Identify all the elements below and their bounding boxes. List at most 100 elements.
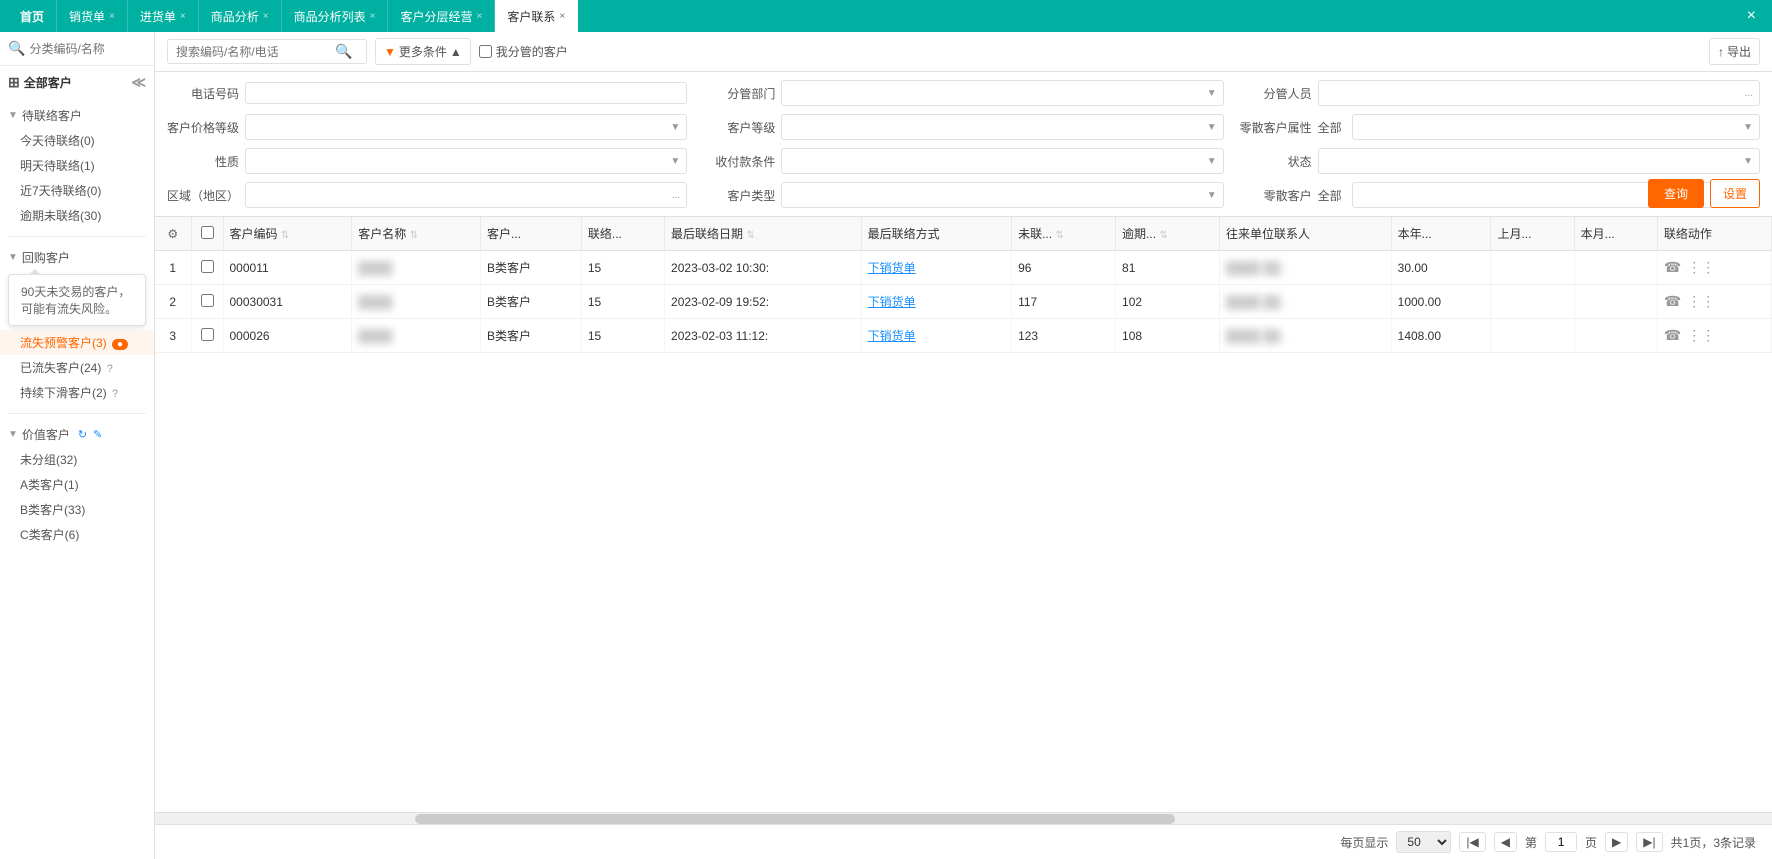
last-page-button[interactable]: ▶| xyxy=(1636,832,1662,852)
refresh-icon[interactable]: ↻ xyxy=(78,428,87,441)
more-action-icon[interactable]: ⋮⋮ xyxy=(1687,259,1715,276)
sidebar-collapse-button[interactable]: ≪ xyxy=(131,74,146,91)
nav-tab-home[interactable]: 首页 xyxy=(8,0,57,32)
page-number-input[interactable] xyxy=(1545,832,1577,852)
nav-tab-product-analysis[interactable]: 商品分析 × xyxy=(199,0,282,32)
cell-checkbox[interactable] xyxy=(191,285,223,319)
close-icon[interactable]: × xyxy=(263,11,269,22)
contact-action-icon[interactable]: ☎ xyxy=(1664,259,1681,276)
cell-not-contact: 123 xyxy=(1012,319,1116,353)
more-action-icon[interactable]: ⋮⋮ xyxy=(1687,293,1715,310)
close-icon[interactable]: × xyxy=(559,11,565,22)
window-close-button[interactable]: × xyxy=(1739,7,1764,25)
sidebar-item-class-b[interactable]: B类客户(33) xyxy=(0,497,154,522)
customer-type-select[interactable]: ▼ xyxy=(781,182,1223,208)
sidebar-item-already-churned[interactable]: 已流失客户(24) ? xyxy=(0,355,154,380)
nav-tab-customer-tier[interactable]: 客户分层经营 × xyxy=(388,0,495,32)
customer-level-select[interactable]: ▼ xyxy=(781,114,1223,140)
sidebar-item-declining[interactable]: 持续下滑客户(2) ? xyxy=(0,380,154,405)
cell-last-contact-method[interactable]: 下销货单 xyxy=(861,285,1011,319)
sidebar-item-churn-warning[interactable]: 流失预警客户(3) ● xyxy=(0,330,154,355)
sort-icon[interactable]: ⇅ xyxy=(410,230,418,241)
export-button[interactable]: ↑ 导出 xyxy=(1709,38,1760,65)
table-row: 1 000011 ████ B类客户 15 2023-03-02 10:30: … xyxy=(155,251,1772,285)
close-icon[interactable]: × xyxy=(180,11,186,22)
person-select[interactable]: ... xyxy=(1318,80,1760,106)
sidebar-item-today-pending[interactable]: 今天待联络(0) xyxy=(0,128,154,153)
prev-page-button[interactable]: ◀ xyxy=(1494,832,1517,852)
first-page-button[interactable]: |◀ xyxy=(1459,832,1485,852)
search-submit-icon[interactable]: 🔍 xyxy=(335,43,352,60)
dept-select[interactable]: ▼ xyxy=(781,80,1223,106)
col-checkbox-header[interactable] xyxy=(191,217,223,251)
horizontal-scrollbar[interactable] xyxy=(155,812,1772,824)
question-icon: ? xyxy=(112,388,118,400)
edit-icon[interactable]: ✎ xyxy=(93,428,102,441)
filter-grid: 电话号码 分管部门 ▼ 分管人员 ... xyxy=(167,80,1760,208)
sidebar-item-tomorrow-pending[interactable]: 明天待联络(1) xyxy=(0,153,154,178)
settings-button[interactable]: 设置 xyxy=(1710,179,1760,208)
more-conditions-button[interactable]: ▼ 更多条件 ▲ xyxy=(375,38,471,65)
cell-name: ████ xyxy=(352,285,481,319)
contact-action-icon[interactable]: ☎ xyxy=(1664,327,1681,344)
grid-icon: ⊞ xyxy=(8,74,20,91)
my-customers-checkbox[interactable] xyxy=(479,45,492,58)
sidebar-search-input[interactable] xyxy=(29,42,155,56)
sidebar-item-overdue-pending[interactable]: 逾期未联络(30) xyxy=(0,203,154,228)
col-settings[interactable]: ⚙ xyxy=(155,217,191,251)
select-all-checkbox[interactable] xyxy=(201,226,214,239)
cell-last-contact-method[interactable]: 下销货单 xyxy=(861,251,1011,285)
content-area: 🔍 ▼ 更多条件 ▲ 我分管的客户 ↑ 导出 电话号码 xyxy=(155,32,1772,859)
sort-icon[interactable]: ⇅ xyxy=(1159,230,1167,241)
cell-level: B类客户 xyxy=(480,251,581,285)
nav-tab-customer-contact[interactable]: 客户联系 × xyxy=(495,0,578,32)
scroll-thumb[interactable] xyxy=(415,814,1175,824)
nav-tab-sales[interactable]: 销货单 × xyxy=(57,0,128,32)
sidebar-section-header-pending[interactable]: ▼ 待联络客户 xyxy=(0,103,154,128)
sidebar-item-ungrouped[interactable]: 未分组(32) xyxy=(0,447,154,472)
query-button[interactable]: 查询 xyxy=(1648,179,1704,208)
sidebar-section-header-value[interactable]: ▼ 价值客户 ↻ ✎ xyxy=(0,422,154,447)
sidebar-item-7day-pending[interactable]: 近7天待联络(0) xyxy=(0,178,154,203)
my-customers-checkbox-wrap[interactable]: 我分管的客户 xyxy=(479,43,568,60)
chevron-down-icon: ... xyxy=(672,190,680,201)
settings-icon[interactable]: ⚙ xyxy=(167,227,178,241)
close-icon[interactable]: × xyxy=(476,11,482,22)
col-header-overdue: 逾期... ⇅ xyxy=(1116,217,1220,251)
col-header-last-contact-method: 最后联络方式 xyxy=(861,217,1011,251)
col-header-code: 客户编码 ⇅ xyxy=(223,217,352,251)
next-page-button[interactable]: ▶ xyxy=(1605,832,1628,852)
nature-select[interactable]: ▼ xyxy=(245,148,687,174)
filter-row-nature: 性质 ▼ xyxy=(167,148,687,174)
sort-icon[interactable]: ⇅ xyxy=(746,230,754,241)
cell-checkbox[interactable] xyxy=(191,251,223,285)
status-select[interactable]: ▼ xyxy=(1318,148,1760,174)
close-icon[interactable]: × xyxy=(109,11,115,22)
nav-tab-product-analysis-list[interactable]: 商品分析列表 × xyxy=(282,0,389,32)
filter-row-price-level: 客户价格等级 ▼ xyxy=(167,114,687,140)
sort-icon[interactable]: ⇅ xyxy=(1055,230,1063,241)
cell-checkbox[interactable] xyxy=(191,319,223,353)
region-select[interactable]: ... xyxy=(245,182,687,208)
nav-tab-purchase[interactable]: 进货单 × xyxy=(128,0,199,32)
close-icon[interactable]: × xyxy=(370,11,376,22)
sort-icon[interactable]: ⇅ xyxy=(281,230,289,241)
zero-attr-select[interactable]: ▼ xyxy=(1352,114,1760,140)
more-action-icon[interactable]: ⋮⋮ xyxy=(1687,327,1715,344)
cell-last-month xyxy=(1491,251,1574,285)
cell-index: 2 xyxy=(155,285,191,319)
per-page-select[interactable]: 50 100 xyxy=(1396,831,1451,853)
sidebar-item-class-c[interactable]: C类客户(6) xyxy=(0,522,154,547)
payment-select[interactable]: ▼ xyxy=(781,148,1223,174)
price-level-select[interactable]: ▼ xyxy=(245,114,687,140)
cell-this-year: 1000.00 xyxy=(1391,285,1491,319)
sidebar-item-class-a[interactable]: A类客户(1) xyxy=(0,472,154,497)
sidebar-all-customers[interactable]: ⊞ 全部客户 ≪ xyxy=(0,66,154,99)
sidebar-section-header-churn[interactable]: ▼ 回购客户 xyxy=(0,245,154,270)
filter-row-customer-level: 客户等级 ▼ xyxy=(703,114,1223,140)
main-search-input[interactable] xyxy=(176,45,331,59)
phone-input[interactable] xyxy=(245,82,687,104)
contact-action-icon[interactable]: ☎ xyxy=(1664,293,1681,310)
cell-last-contact-method[interactable]: 下销货单 xyxy=(861,319,1011,353)
filter-row-payment: 收付款条件 ▼ xyxy=(703,148,1223,174)
